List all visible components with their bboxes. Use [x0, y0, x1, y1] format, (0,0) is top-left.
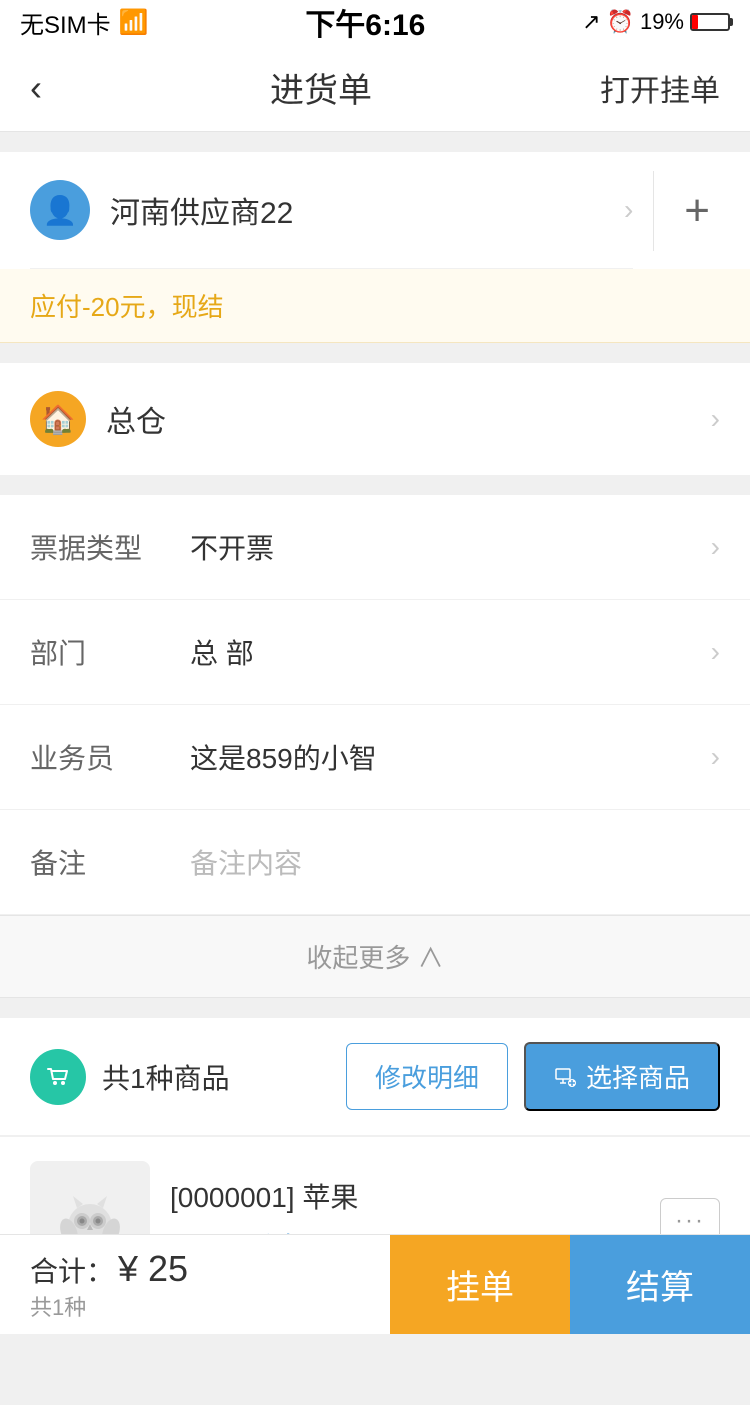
alarm-icon: ⏰ [607, 9, 634, 35]
product-count-label: 共1种商品 [102, 1057, 330, 1097]
dept-row[interactable]: 部门 总 部 › [0, 600, 750, 705]
remark-value[interactable]: 备注内容 [190, 842, 720, 882]
wifi-icon: 📶 [119, 8, 149, 37]
salesperson-label: 业务员 [30, 737, 190, 777]
warehouse-chevron-icon: › [711, 403, 720, 435]
product-title: 苹果 [302, 1182, 358, 1213]
page-title: 进货单 [270, 63, 372, 112]
dept-chevron-icon: › [711, 636, 720, 668]
add-supplier-button[interactable]: + [674, 176, 720, 246]
open-hang-button[interactable]: 打开挂单 [600, 66, 720, 110]
total-label: 合计： [30, 1250, 114, 1290]
total-sub: 共1种 [30, 1290, 360, 1322]
select-product-icon [554, 1065, 578, 1089]
form-section: 票据类型 不开票 › 部门 总 部 › 业务员 这是859的小智 › 备注 备注… [0, 495, 750, 915]
status-bar: 无SIM卡 📶 下午6:16 ↗ ⏰ 19% [0, 0, 750, 44]
salesperson-chevron-icon: › [711, 741, 720, 773]
supplier-section: 👤 河南供应商22 › + [0, 152, 750, 269]
select-product-button[interactable]: 选择商品 [524, 1042, 720, 1111]
modify-detail-button[interactable]: 修改明细 [346, 1043, 508, 1110]
supplier-row[interactable]: 👤 河南供应商22 › [30, 152, 633, 269]
back-button[interactable]: ‹ [30, 67, 42, 109]
warehouse-section[interactable]: 🏠 总仓 › [0, 363, 750, 475]
collapse-bar[interactable]: 收起更多 ∧ [0, 915, 750, 998]
hang-button[interactable]: 挂单 [390, 1235, 570, 1334]
total-amount: ¥ 25 [118, 1248, 188, 1290]
select-product-label: 选择商品 [586, 1058, 690, 1095]
warehouse-icon: 🏠 [30, 391, 86, 447]
footer-total: 合计： ¥ 25 共1种 [0, 1235, 390, 1334]
battery-percent: 19% [640, 9, 684, 35]
salesperson-value: 这是859的小智 [190, 737, 711, 777]
location-icon: ↗ [582, 9, 600, 35]
status-left: 无SIM卡 📶 [20, 5, 149, 40]
status-time: 下午6:16 [305, 0, 425, 44]
salesperson-row[interactable]: 业务员 这是859的小智 › [0, 705, 750, 810]
vertical-divider [653, 171, 654, 251]
product-header: 共1种商品 修改明细 选择商品 [0, 1018, 750, 1136]
section-gap-1 [0, 132, 750, 152]
dept-label: 部门 [30, 632, 190, 672]
remark-label: 备注 [30, 842, 190, 882]
dept-value: 总 部 [190, 632, 711, 672]
invoice-label: 票据类型 [30, 527, 190, 567]
product-badge-icon [30, 1049, 86, 1105]
invoice-chevron-icon: › [711, 531, 720, 563]
product-name: [0000001] 苹果 [170, 1176, 640, 1216]
battery-icon [690, 13, 730, 31]
section-gap-4 [0, 998, 750, 1018]
footer: 合计： ¥ 25 共1种 挂单 结算 [0, 1234, 750, 1334]
product-code: [0000001] [170, 1182, 295, 1213]
carrier-label: 无SIM卡 [20, 5, 111, 40]
section-gap-2 [0, 343, 750, 363]
supplier-chevron-icon: › [624, 194, 633, 226]
remark-row[interactable]: 备注 备注内容 [0, 810, 750, 915]
supplier-name: 河南供应商22 [110, 188, 624, 232]
nav-bar: ‹ 进货单 打开挂单 [0, 44, 750, 132]
invoice-value: 不开票 [190, 527, 711, 567]
invoice-row[interactable]: 票据类型 不开票 › [0, 495, 750, 600]
warehouse-name: 总仓 [106, 397, 711, 441]
status-right: ↗ ⏰ 19% [582, 9, 730, 35]
supplier-icon: 👤 [43, 194, 78, 227]
section-gap-3 [0, 475, 750, 495]
settle-button[interactable]: 结算 [570, 1235, 750, 1334]
supplier-avatar: 👤 [30, 180, 90, 240]
notice-bar: 应付-20元，现结 [0, 269, 750, 343]
home-icon: 🏠 [41, 403, 76, 436]
